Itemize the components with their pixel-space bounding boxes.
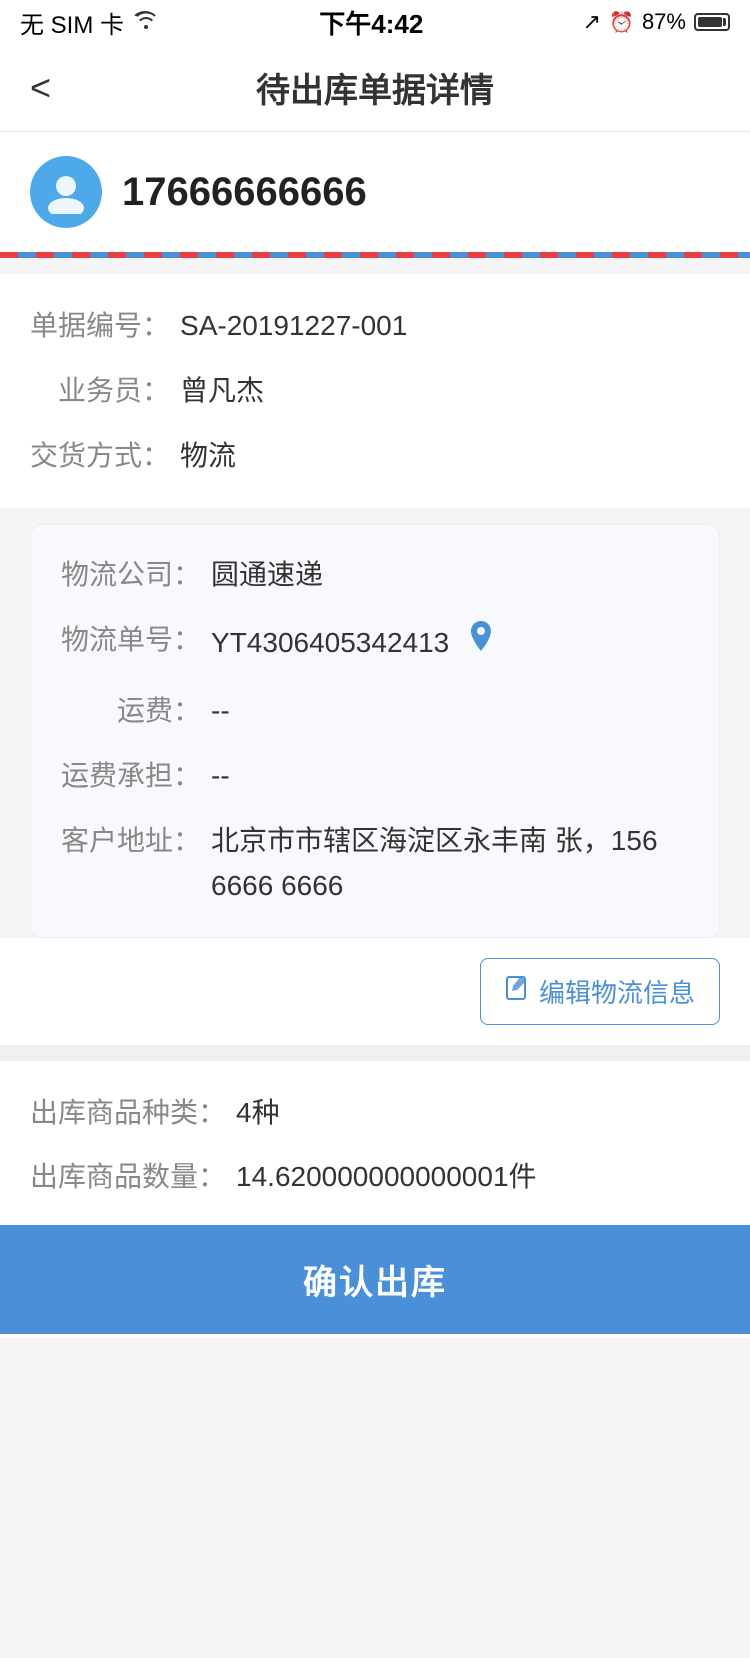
- edit-icon: [505, 975, 531, 1008]
- page-title: 待出库单据详情: [256, 63, 494, 112]
- goods-type-label: 出库商品种类：: [30, 1091, 236, 1136]
- logistics-company-value: 圆通速递: [211, 553, 689, 598]
- goods-type-row: 出库商品种类： 4种: [30, 1091, 720, 1136]
- order-info-section: 单据编号： SA-20191227-001 业务员： 曾凡杰 交货方式： 物流: [0, 274, 750, 508]
- order-number-row: 单据编号： SA-20191227-001: [30, 304, 720, 349]
- salesperson-row: 业务员： 曾凡杰: [30, 369, 720, 414]
- location-status-icon: ↗: [583, 9, 601, 35]
- tracking-label: 物流单号：: [61, 618, 211, 663]
- delivery-method-row: 交货方式： 物流: [30, 434, 720, 479]
- salesperson-label: 业务员：: [30, 369, 180, 414]
- order-number-value: SA-20191227-001: [180, 304, 720, 349]
- user-phone: 17666666666: [122, 170, 367, 215]
- delivery-method-value: 物流: [180, 434, 720, 479]
- edit-logistics-section: 编辑物流信息: [0, 938, 750, 1045]
- address-label: 客户地址：: [61, 819, 211, 864]
- freight-value: --: [211, 689, 689, 734]
- goods-quantity-row: 出库商品数量： 14.620000000000001件: [30, 1155, 720, 1200]
- back-button[interactable]: <: [20, 57, 61, 119]
- carrier-text: 无 SIM 卡: [20, 5, 124, 40]
- tracking-number-row: 物流单号： YT43064053424​13: [61, 618, 689, 669]
- delivery-method-label: 交货方式：: [30, 434, 180, 479]
- nav-bar: < 待出库单据详情: [0, 44, 750, 132]
- address-value: 北京市市辖区海淀区永丰南 张，156 6666 6666: [211, 819, 689, 909]
- logistics-card: 物流公司： 圆通速递 物流单号： YT43064053424​13 运费： --…: [30, 524, 720, 937]
- freight-row: 运费： --: [61, 689, 689, 734]
- user-avatar: [30, 156, 102, 228]
- freight-label: 运费：: [61, 689, 211, 734]
- alarm-icon: ⏰: [609, 10, 634, 35]
- edit-logistics-button[interactable]: 编辑物流信息: [480, 958, 720, 1025]
- goods-type-value: 4种: [236, 1091, 720, 1136]
- tracking-value: YT43064053424​13: [211, 618, 689, 669]
- map-location-icon[interactable]: [463, 618, 499, 669]
- freight-bearer-label: 运费承担：: [61, 754, 211, 799]
- goods-quantity-value: 14.620000000000001件: [236, 1155, 720, 1200]
- order-number-label: 单据编号：: [30, 304, 180, 349]
- edit-logistics-label: 编辑物流信息: [539, 973, 695, 1010]
- tracking-number-text: YT43064053424​13: [211, 621, 449, 666]
- status-bar: 无 SIM 卡 下午4:42 ↗ ⏰ 87%: [0, 0, 750, 44]
- user-header: 17666666666: [0, 132, 750, 252]
- bottom-spacer: [0, 1338, 750, 1538]
- battery-percent: 87%: [642, 9, 686, 35]
- logistics-company-row: 物流公司： 圆通速递: [61, 553, 689, 598]
- confirm-outbound-button[interactable]: 确认出库: [0, 1255, 750, 1304]
- status-right: ↗ ⏰ 87%: [583, 9, 730, 35]
- status-left: 无 SIM 卡: [20, 5, 160, 40]
- wifi-icon: [132, 8, 160, 36]
- time-text: 下午4:42: [319, 4, 423, 41]
- confirm-btn-wrap: 确认出库: [0, 1225, 750, 1334]
- battery-icon: [694, 13, 730, 31]
- goods-quantity-label: 出库商品数量：: [30, 1155, 236, 1200]
- logistics-company-label: 物流公司：: [61, 553, 211, 598]
- address-row: 客户地址： 北京市市辖区海淀区永丰南 张，156 6666 6666: [61, 819, 689, 909]
- goods-section: 出库商品种类： 4种 出库商品数量： 14.620000000000001件: [0, 1061, 750, 1231]
- freight-bearer-value: --: [211, 754, 689, 799]
- dashed-divider: [0, 252, 750, 258]
- salesperson-value: 曾凡杰: [180, 369, 720, 414]
- freight-bearer-row: 运费承担： --: [61, 754, 689, 799]
- section-divider-1: [0, 1045, 750, 1061]
